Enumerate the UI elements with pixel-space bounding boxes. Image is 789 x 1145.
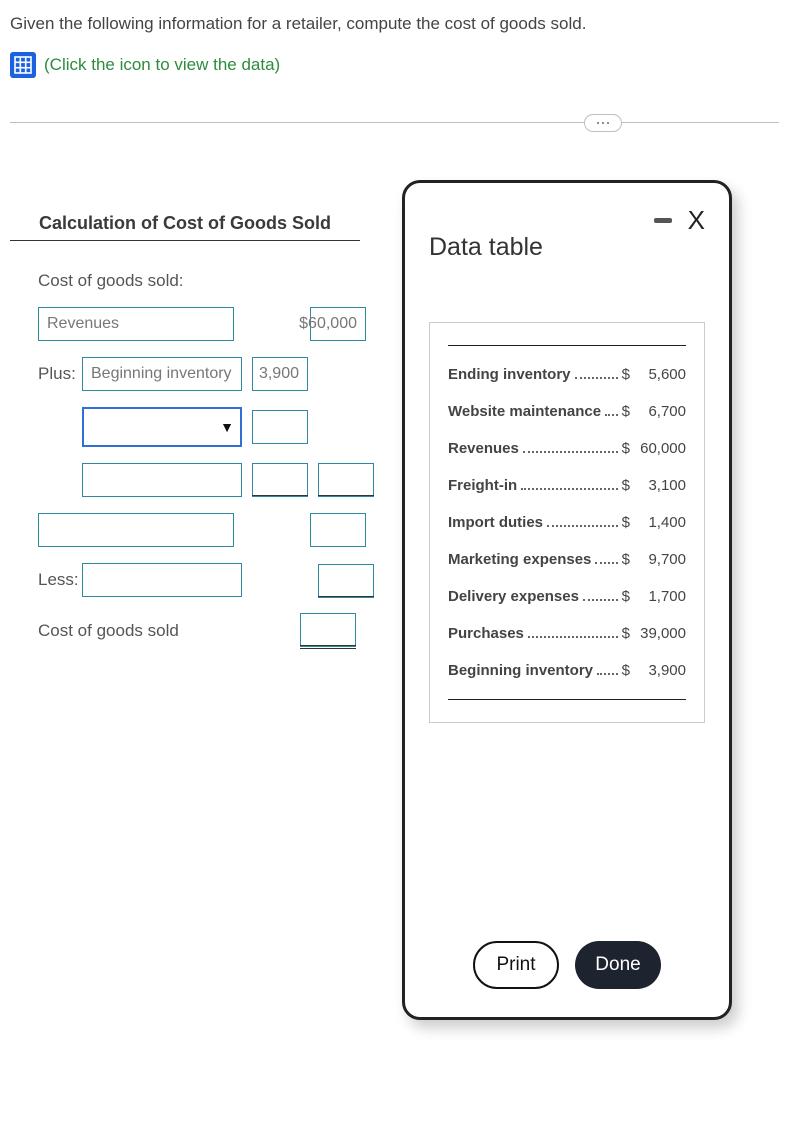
row-label: Website maintenance — [448, 403, 601, 420]
row-currency: $ — [622, 366, 630, 383]
row-label: Import duties — [448, 514, 543, 531]
cogs-final-label: Cost of goods sold — [38, 621, 290, 641]
row-value: 3,100 — [640, 477, 686, 494]
row-currency: $ — [622, 440, 630, 457]
table-row: Import duties $1,400 — [448, 504, 686, 541]
table-row: Marketing expenses $9,700 — [448, 541, 686, 578]
print-button[interactable]: Print — [473, 941, 559, 989]
plus-account-select-2[interactable]: ▼ — [82, 407, 242, 447]
row-label: Beginning inventory — [448, 662, 593, 679]
subtotal-value-input[interactable] — [310, 513, 366, 547]
row-label: Marketing expenses — [448, 551, 591, 568]
table-row: Freight-in $3,100 — [448, 467, 686, 504]
row-label: Ending inventory — [448, 366, 571, 383]
data-table-block: Ending inventory $5,600 Website maintenan… — [429, 322, 705, 723]
row-label: Freight-in — [448, 477, 517, 494]
row-currency: $ — [622, 477, 630, 494]
row-currency: $ — [622, 551, 630, 568]
question-prompt: Given the following information for a re… — [10, 14, 779, 34]
table-row: Beginning inventory $3,900 — [448, 652, 686, 689]
table-row: Website maintenance $6,700 — [448, 393, 686, 430]
plus-account-input-3[interactable] — [82, 463, 242, 497]
account-input-1[interactable]: Revenues — [38, 307, 234, 341]
data-table-icon[interactable] — [10, 52, 36, 78]
done-button[interactable]: Done — [575, 941, 661, 989]
less-account-input[interactable] — [82, 563, 242, 597]
row-currency: $ — [622, 403, 630, 420]
row-currency: $ — [622, 625, 630, 642]
row-label: Delivery expenses — [448, 588, 579, 605]
table-row: Ending inventory $5,600 — [448, 356, 686, 393]
plus-label: Plus: — [38, 364, 72, 384]
plus-value-input-2[interactable] — [252, 410, 308, 444]
section-divider — [10, 122, 779, 123]
row-currency: $ — [622, 588, 630, 605]
subtotal-label-input[interactable] — [38, 513, 234, 547]
row-value: 39,000 — [640, 625, 686, 642]
modal-title: Data table — [429, 233, 543, 262]
minimize-icon[interactable] — [654, 218, 672, 223]
row-currency: $ — [622, 514, 630, 531]
plus-value-input-3[interactable] — [252, 463, 308, 497]
row-value: 1,700 — [640, 588, 686, 605]
worksheet-title: Calculation of Cost of Goods Sold — [10, 213, 360, 241]
row-value: 3,900 — [640, 662, 686, 679]
row-value: 1,400 — [640, 514, 686, 531]
row-label: Purchases — [448, 625, 524, 642]
row-value: 6,700 — [640, 403, 686, 420]
row-label: Revenues — [448, 440, 519, 457]
table-row: Purchases $39,000 — [448, 615, 686, 652]
amount-input-1[interactable]: $60,000 — [310, 307, 366, 341]
view-data-link[interactable]: (Click the icon to view the data) — [44, 55, 280, 75]
row-value: 9,700 — [640, 551, 686, 568]
less-label: Less: — [38, 570, 72, 590]
plus-total-input[interactable] — [318, 463, 374, 497]
expand-toggle[interactable] — [584, 114, 622, 132]
row-currency: $ — [622, 662, 630, 679]
data-table-modal: Data table X Ending inventory $5,600 Webs… — [402, 180, 732, 1020]
plus-value-input-1[interactable]: 3,900 — [252, 357, 308, 391]
row-value: 5,600 — [640, 366, 686, 383]
less-value-input[interactable] — [318, 564, 374, 598]
table-row: Revenues $60,000 — [448, 430, 686, 467]
plus-account-input-1[interactable]: Beginning inventory — [82, 357, 242, 391]
table-row: Delivery expenses $1,700 — [448, 578, 686, 615]
row-value: 60,000 — [640, 440, 686, 457]
close-icon[interactable]: X — [688, 207, 705, 233]
cogs-final-input[interactable] — [300, 613, 356, 647]
